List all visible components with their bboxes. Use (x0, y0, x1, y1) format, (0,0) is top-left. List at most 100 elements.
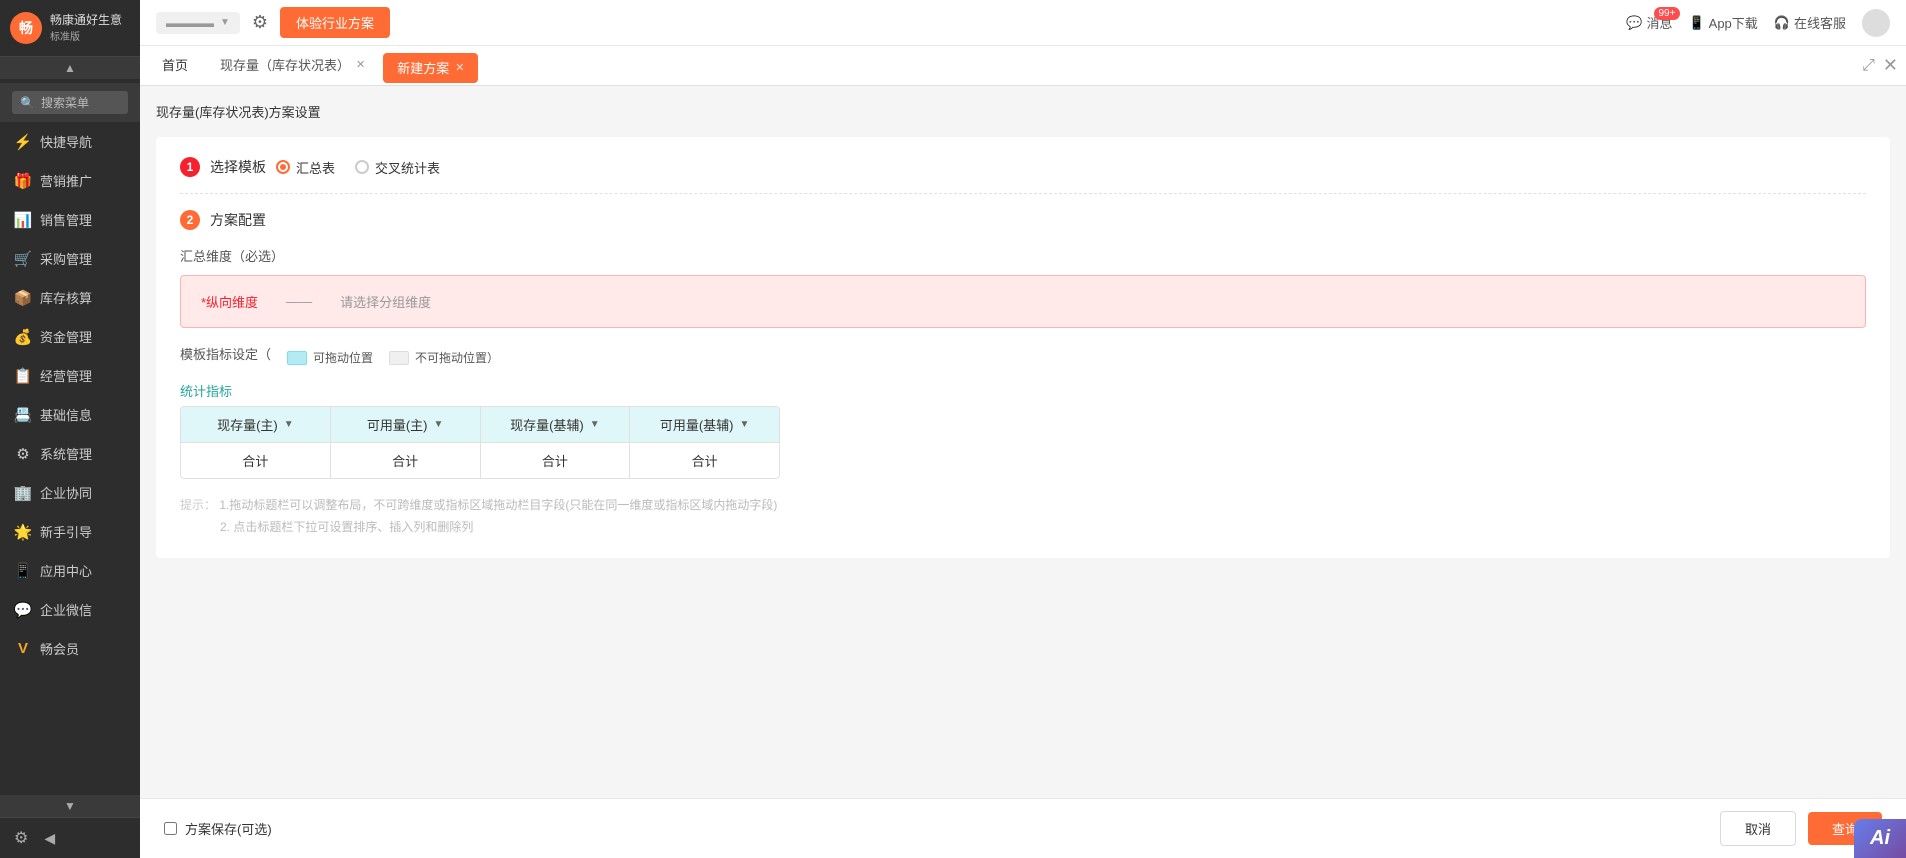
sidebar-item-inventory[interactable]: 📦 库存核算 (0, 278, 140, 317)
col-1-chevron-icon[interactable]: ▼ (434, 419, 444, 430)
step2-number: 2 (180, 210, 200, 230)
indicator-section: 模板指标设定（ 可拖动位置 不可拖动位置） 统计指标 (180, 344, 1866, 538)
sidebar-logo: 畅 畅康通好生意 标准版 (0, 0, 140, 57)
dimension-label: 汇总维度（必选） (180, 246, 1866, 265)
sidebar-item-system[interactable]: ⚙ 系统管理 (0, 434, 140, 473)
tabbar: 首页 现存量（库存状况表） ✕ 新建方案 ✕ ⤢ ✕ (140, 46, 1906, 86)
radio-cross[interactable]: 交叉统计表 (355, 158, 440, 177)
sidebar-item-new-guide[interactable]: 🌟 新手引导 (0, 512, 140, 551)
stat-table: 现存量(主) ▼ 合计 可用量(主) ▼ 合计 (180, 406, 780, 479)
tabbar-expand-icon[interactable]: ⤢ (1862, 57, 1875, 75)
main-area: ▬▬▬▬ ▼ ⚙ 体验行业方案 💬 消息 99+ 📱 App下载 🎧 在线客服 (140, 0, 1906, 858)
cancel-button[interactable]: 取消 (1720, 811, 1796, 846)
search-box[interactable]: 🔍 搜索菜单 (12, 91, 128, 114)
tab-home-label: 首页 (162, 55, 188, 74)
step1-header: 1 选择模板 汇总表 交叉统计表 (180, 157, 1866, 177)
topbar-online-service[interactable]: 🎧 在线客服 (1774, 13, 1846, 32)
step1-title: 选择模板 (210, 157, 266, 177)
sidebar-item-wechat[interactable]: 💬 企业微信 (0, 590, 140, 629)
tab-new-plan-label: 新建方案 (397, 58, 449, 77)
sidebar-item-basic-info[interactable]: 📇 基础信息 (0, 395, 140, 434)
dim-dash: —— (286, 294, 312, 309)
topbar-avatar[interactable] (1862, 9, 1890, 37)
vip-icon: V (14, 640, 32, 658)
non-draggable-legend-item: 不可拖动位置） (389, 349, 499, 366)
topbar-user-area[interactable]: ▬▬▬▬ ▼ (156, 12, 240, 34)
template-radio-group: 汇总表 交叉统计表 (276, 158, 440, 177)
topbar-settings-icon[interactable]: ⚙ (248, 8, 272, 37)
tips-section: 提示： 1.拖动标题栏可以调整布局，不可跨维度或指标区域拖动栏目字段(只能在同一… (180, 495, 1866, 538)
stat-table-header-row: 现存量(主) ▼ 合计 可用量(主) ▼ 合计 (181, 407, 779, 478)
tab-inventory[interactable]: 现存量（库存状况表） ✕ (206, 46, 379, 85)
tab-inventory-close[interactable]: ✕ (356, 58, 365, 71)
stat-col-3-body: 合计 (630, 443, 779, 478)
step2-header: 2 方案配置 (180, 210, 1866, 230)
radio-summary[interactable]: 汇总表 (276, 158, 335, 177)
col-2-chevron-icon[interactable]: ▼ (590, 419, 600, 430)
draggable-legend-box (287, 351, 307, 365)
save-checkbox[interactable]: 方案保存(可选) (164, 819, 272, 838)
sidebar-scroll-up[interactable]: ▲ (0, 57, 140, 79)
stat-col-1: 可用量(主) ▼ 合计 (331, 407, 481, 478)
sidebar-toggle-icon[interactable]: ◀ (44, 830, 55, 847)
tab-new-plan-close[interactable]: ✕ (455, 61, 464, 74)
stat-col-3: 可用量(基辅) ▼ 合计 (630, 407, 779, 478)
sidebar-item-search[interactable]: 🔍 搜索菜单 (0, 83, 140, 122)
stat-col-1-body: 合计 (331, 443, 480, 478)
stat-col-2: 现存量(基辅) ▼ 合计 (481, 407, 631, 478)
sidebar-item-enterprise[interactable]: 🏢 企业协同 (0, 473, 140, 512)
new-guide-icon: 🌟 (14, 523, 32, 541)
operations-icon: 📋 (14, 367, 32, 385)
sidebar-item-app-center[interactable]: 📱 应用中心 (0, 551, 140, 590)
draggable-legend-item: 可拖动位置 (287, 349, 373, 366)
tips-tip2: 2. 点击标题栏下拉可设置排序、插入列和删除列 (220, 520, 473, 534)
content-area: 现存量(库存状况表)方案设置 1 选择模板 汇总表 交叉统计表 (140, 86, 1906, 798)
stat-col-3-header: 可用量(基辅) ▼ (630, 407, 779, 443)
trial-btn[interactable]: 体验行业方案 (280, 7, 390, 38)
topbar-messages[interactable]: 💬 消息 99+ (1626, 13, 1672, 32)
sidebar-item-purchase[interactable]: 🛒 采购管理 (0, 239, 140, 278)
topbar-user-name: ▬▬▬▬ (166, 16, 214, 30)
sidebar-item-marketing[interactable]: 🎁 营销推广 (0, 161, 140, 200)
topbar: ▬▬▬▬ ▼ ⚙ 体验行业方案 💬 消息 99+ 📱 App下载 🎧 在线客服 (140, 0, 1906, 46)
tab-home[interactable]: 首页 (148, 46, 202, 85)
stat-col-2-body: 合计 (481, 443, 630, 478)
step2-title: 方案配置 (210, 210, 266, 230)
tips-tip1: 1.拖动标题栏可以调整布局，不可跨维度或指标区域拖动栏目字段(只能在同一维度或指… (219, 498, 777, 512)
purchase-icon: 🛒 (14, 250, 32, 268)
tabbar-close-icon[interactable]: ✕ (1883, 55, 1898, 76)
ai-badge[interactable]: Ai (1854, 819, 1906, 858)
stat-header: 统计指标 (180, 381, 1866, 400)
divider-1 (180, 193, 1866, 194)
tab-new-plan[interactable]: 新建方案 ✕ (383, 53, 478, 83)
sidebar-item-sales[interactable]: 📊 销售管理 (0, 200, 140, 239)
topbar-right: 💬 消息 99+ 📱 App下载 🎧 在线客服 (1626, 9, 1890, 37)
topbar-app-download[interactable]: 📱 App下载 (1688, 13, 1757, 32)
app-name-text: 畅康通好生意 标准版 (50, 13, 122, 44)
app-logo-icon: 畅 (10, 12, 42, 44)
topbar-left: ▬▬▬▬ ▼ ⚙ 体验行业方案 (156, 7, 1614, 38)
dimension-box: *纵向维度 —— 请选择分组维度 (180, 275, 1866, 328)
footer-bar: 方案保存(可选) 取消 查询 (140, 798, 1906, 858)
sidebar-item-vip[interactable]: V 畅会员 (0, 629, 140, 668)
sidebar-item-operations[interactable]: 📋 经营管理 (0, 356, 140, 395)
sidebar-scroll-down[interactable]: ▼ (0, 795, 140, 817)
save-checkbox-input[interactable] (164, 822, 177, 835)
sidebar-footer: ⚙ ◀ (0, 817, 140, 858)
basic-info-icon: 📇 (14, 406, 32, 424)
headset-icon: 🎧 (1774, 15, 1790, 31)
dim-placeholder[interactable]: 请选择分组维度 (340, 292, 431, 311)
radio-summary-circle (276, 160, 290, 174)
save-checkbox-label: 方案保存(可选) (185, 819, 272, 838)
col-0-chevron-icon[interactable]: ▼ (284, 419, 294, 430)
sidebar-settings-icon[interactable]: ⚙ (14, 828, 28, 848)
sidebar-item-finance[interactable]: 💰 资金管理 (0, 317, 140, 356)
col-3-chevron-icon[interactable]: ▼ (740, 419, 750, 430)
app-center-icon: 📱 (14, 562, 32, 580)
stat-col-0: 现存量(主) ▼ 合计 (181, 407, 331, 478)
tips-label: 提示： (180, 498, 216, 512)
quick-nav-icon: ⚡ (14, 133, 32, 151)
toggle-legend: 模板指标设定（ 可拖动位置 不可拖动位置） (180, 344, 1866, 371)
message-icon: 💬 (1626, 15, 1642, 31)
sidebar-item-quick-nav[interactable]: ⚡ 快捷导航 (0, 122, 140, 161)
